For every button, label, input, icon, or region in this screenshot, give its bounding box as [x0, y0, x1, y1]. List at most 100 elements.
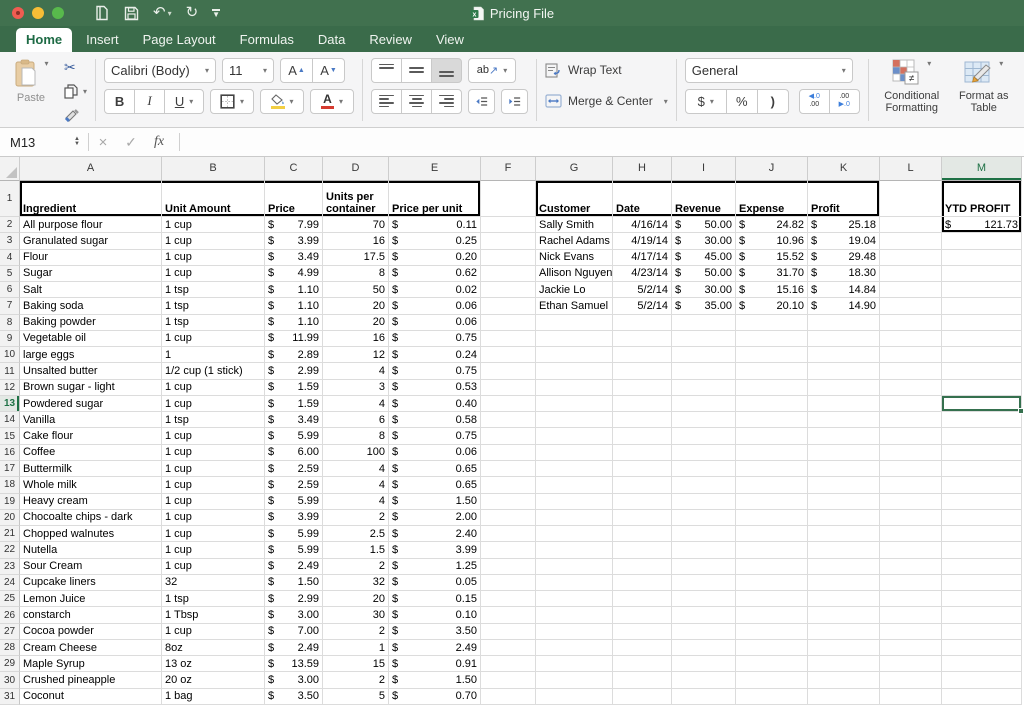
cell-F26[interactable] [481, 607, 536, 623]
row-header-6[interactable]: 6 [0, 282, 20, 298]
cell-H1[interactable]: Date [613, 181, 672, 217]
cell-H2[interactable]: 4/16/14 [613, 217, 672, 233]
cell-I2[interactable]: $50.00 [672, 217, 736, 233]
cell-L25[interactable] [880, 591, 942, 607]
cell-C1[interactable]: Price [265, 181, 323, 217]
cell-D26[interactable]: 30 [323, 607, 389, 623]
cell-F15[interactable] [481, 428, 536, 444]
cell-G30[interactable] [536, 672, 613, 688]
cell-F5[interactable] [481, 266, 536, 282]
row-header-4[interactable]: 4 [0, 250, 20, 266]
decrease-indent-button[interactable] [468, 89, 495, 114]
cell-A12[interactable]: Brown sugar - light [20, 380, 162, 396]
cell-C5[interactable]: $4.99 [265, 266, 323, 282]
cell-A3[interactable]: Granulated sugar [20, 233, 162, 249]
cell-E25[interactable]: $0.15 [389, 591, 481, 607]
align-top-button[interactable] [371, 58, 402, 83]
cell-M3[interactable] [942, 233, 1022, 249]
cell-E20[interactable]: $2.00 [389, 510, 481, 526]
cell-M9[interactable] [942, 331, 1022, 347]
decrease-font-size-button[interactable]: A▼ [312, 58, 345, 83]
cell-C4[interactable]: $3.49 [265, 250, 323, 266]
zoom-window-button[interactable] [52, 7, 64, 19]
cell-J24[interactable] [736, 575, 808, 591]
cell-H11[interactable] [613, 363, 672, 379]
cell-B19[interactable]: 1 cup [162, 494, 265, 510]
cell-L1[interactable] [880, 181, 942, 217]
cell-A27[interactable]: Cocoa powder [20, 624, 162, 640]
cell-H18[interactable] [613, 477, 672, 493]
cell-M6[interactable] [942, 282, 1022, 298]
cell-A11[interactable]: Unsalted butter [20, 363, 162, 379]
cell-C17[interactable]: $2.59 [265, 461, 323, 477]
name-box-stepper[interactable]: ▲ ▼ [74, 137, 80, 147]
cell-I14[interactable] [672, 412, 736, 428]
cell-M12[interactable] [942, 380, 1022, 396]
cell-C25[interactable]: $2.99 [265, 591, 323, 607]
align-left-button[interactable] [371, 89, 402, 114]
cell-I10[interactable] [672, 347, 736, 363]
cell-G27[interactable] [536, 624, 613, 640]
cell-L11[interactable] [880, 363, 942, 379]
cell-G5[interactable]: Allison Nguyen [536, 266, 613, 282]
cell-B6[interactable]: 1 tsp [162, 282, 265, 298]
cell-M25[interactable] [942, 591, 1022, 607]
cell-I26[interactable] [672, 607, 736, 623]
increase-decimal-button[interactable]: ◀.0 .00 [799, 89, 830, 114]
cell-C23[interactable]: $2.49 [265, 559, 323, 575]
cell-I17[interactable] [672, 461, 736, 477]
italic-button[interactable]: I [134, 89, 165, 114]
cell-F9[interactable] [481, 331, 536, 347]
cell-C2[interactable]: $7.99 [265, 217, 323, 233]
cell-B5[interactable]: 1 cup [162, 266, 265, 282]
cell-L28[interactable] [880, 640, 942, 656]
row-header-14[interactable]: 14 [0, 412, 20, 428]
cell-G7[interactable]: Ethan Samuel [536, 298, 613, 314]
cell-B23[interactable]: 1 cup [162, 559, 265, 575]
cell-K22[interactable] [808, 542, 880, 558]
cell-H29[interactable] [613, 656, 672, 672]
decrease-decimal-button[interactable]: .00 ▶.0 [829, 89, 860, 114]
cell-F24[interactable] [481, 575, 536, 591]
cell-B17[interactable]: 1 cup [162, 461, 265, 477]
cell-E18[interactable]: $0.65 [389, 477, 481, 493]
cell-C16[interactable]: $6.00 [265, 445, 323, 461]
cell-D11[interactable]: 4 [323, 363, 389, 379]
cell-J26[interactable] [736, 607, 808, 623]
cell-A5[interactable]: Sugar [20, 266, 162, 282]
cell-H26[interactable] [613, 607, 672, 623]
tab-home[interactable]: Home [16, 28, 72, 52]
cell-A6[interactable]: Salt [20, 282, 162, 298]
cell-L30[interactable] [880, 672, 942, 688]
cell-I1[interactable]: Revenue [672, 181, 736, 217]
cell-A8[interactable]: Baking powder [20, 315, 162, 331]
cell-B22[interactable]: 1 cup [162, 542, 265, 558]
cell-G1[interactable]: Customer [536, 181, 613, 217]
row-header-9[interactable]: 9 [0, 331, 20, 347]
undo-caret-icon[interactable]: ▾ [168, 9, 172, 18]
cell-K25[interactable] [808, 591, 880, 607]
cell-B1[interactable]: Unit Amount [162, 181, 265, 217]
cell-M8[interactable] [942, 315, 1022, 331]
cell-H8[interactable] [613, 315, 672, 331]
cell-J11[interactable] [736, 363, 808, 379]
cell-M31[interactable] [942, 689, 1022, 705]
cell-J12[interactable] [736, 380, 808, 396]
cell-C24[interactable]: $1.50 [265, 575, 323, 591]
cell-F22[interactable] [481, 542, 536, 558]
cell-K30[interactable] [808, 672, 880, 688]
cell-B7[interactable]: 1 tsp [162, 298, 265, 314]
comma-format-button[interactable]: ) [757, 89, 789, 114]
cell-J28[interactable] [736, 640, 808, 656]
cell-L2[interactable] [880, 217, 942, 233]
cell-I15[interactable] [672, 428, 736, 444]
cell-D19[interactable]: 4 [323, 494, 389, 510]
cell-F25[interactable] [481, 591, 536, 607]
cell-G28[interactable] [536, 640, 613, 656]
cell-A24[interactable]: Cupcake liners [20, 575, 162, 591]
cell-B14[interactable]: 1 tsp [162, 412, 265, 428]
cell-E13[interactable]: $0.40 [389, 396, 481, 412]
cell-E14[interactable]: $0.58 [389, 412, 481, 428]
cell-F7[interactable] [481, 298, 536, 314]
cell-B28[interactable]: 8oz [162, 640, 265, 656]
